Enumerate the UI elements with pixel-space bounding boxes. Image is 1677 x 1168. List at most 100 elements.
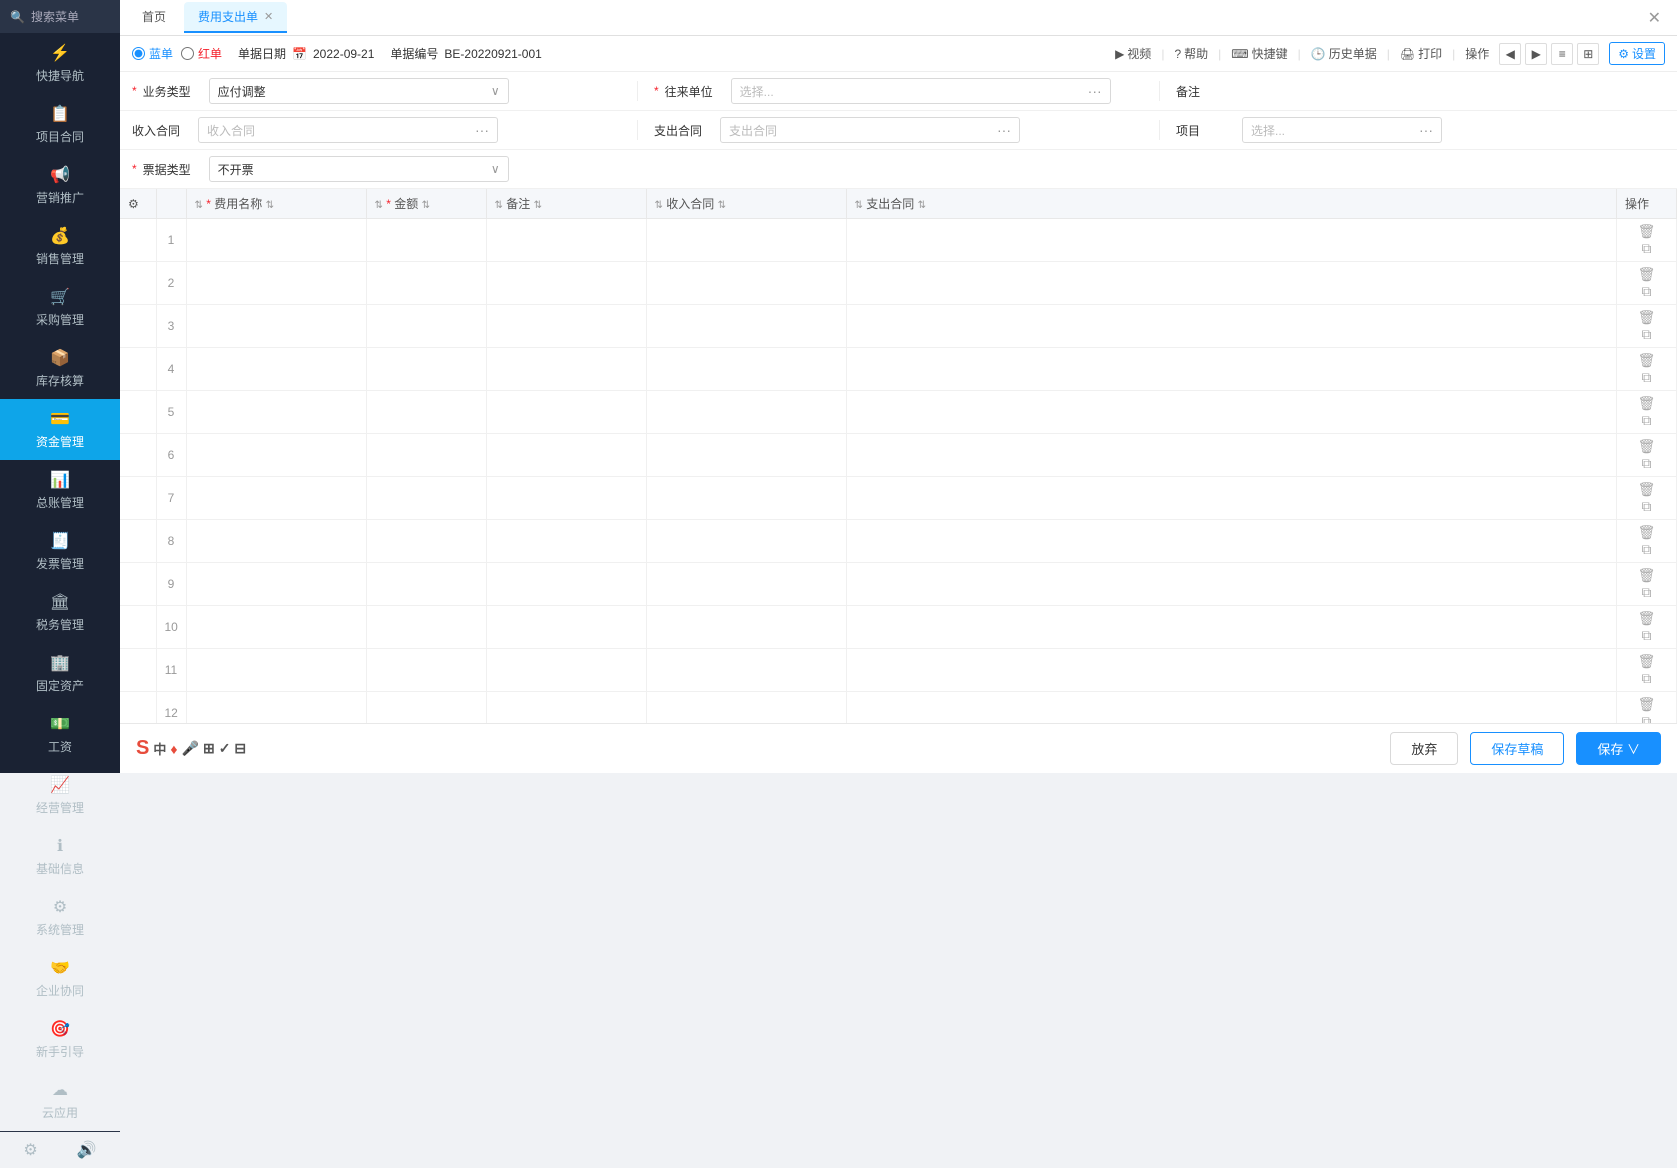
row-income-contract-cell[interactable] (646, 606, 846, 649)
row-delete-icon[interactable]: 🗑 (1638, 610, 1656, 626)
row-expense-contract-cell[interactable] (846, 434, 1617, 477)
operations-button[interactable]: 操作 (1465, 45, 1489, 62)
col-income-contract-header[interactable]: ⇅ 收入合同 ⇅ (646, 189, 846, 219)
sidebar-item-quick-nav[interactable]: ⚡ 快捷导航 (0, 33, 120, 94)
calendar-icon[interactable]: 📅 (292, 47, 307, 61)
sidebar-item-system-mgmt[interactable]: ⚙ 系统管理 (0, 887, 120, 948)
row-note-cell[interactable] (486, 477, 646, 520)
row-income-contract-cell[interactable] (646, 649, 846, 692)
sidebar-item-purchase-mgmt[interactable]: 🛒 采购管理 (0, 277, 120, 338)
row-delete-icon[interactable]: 🗑 (1638, 524, 1656, 540)
row-delete-icon[interactable]: 🗑 (1638, 567, 1656, 583)
row-note-cell[interactable] (486, 434, 646, 477)
row-expense-name-cell[interactable] (186, 219, 366, 262)
sidebar-item-fund-mgmt[interactable]: 💳 资金管理 (0, 399, 120, 460)
row-copy-icon[interactable]: ⧉ (1642, 541, 1652, 557)
sidebar-item-basic-info[interactable]: ℹ 基础信息 (0, 826, 120, 887)
row-amount-cell[interactable] (366, 262, 486, 305)
row-delete-icon[interactable]: 🗑 (1638, 266, 1656, 282)
sidebar-item-project-contract[interactable]: 📋 项目合同 (0, 94, 120, 155)
row-note-cell[interactable] (486, 391, 646, 434)
sidebar-item-operations-mgmt[interactable]: 📈 经营管理 (0, 765, 120, 826)
row-amount-cell[interactable] (366, 391, 486, 434)
row-income-contract-cell[interactable] (646, 692, 846, 724)
row-expense-name-cell[interactable] (186, 692, 366, 724)
sidebar-item-cloud-apps[interactable]: ☁ 云应用 (0, 1070, 120, 1131)
row-note-cell[interactable] (486, 305, 646, 348)
row-income-contract-cell[interactable] (646, 305, 846, 348)
row-income-contract-cell[interactable] (646, 262, 846, 305)
discard-button[interactable]: 放弃 (1390, 732, 1458, 765)
tab-close-expense-bill[interactable]: ✕ (264, 10, 273, 23)
row-delete-icon[interactable]: 🗑 (1638, 696, 1656, 712)
col-note-header[interactable]: ⇅ 备注 ⇅ (486, 189, 646, 219)
row-expense-name-cell[interactable] (186, 348, 366, 391)
sidebar-item-account-mgmt[interactable]: 📊 总账管理 (0, 460, 120, 521)
row-expense-name-cell[interactable] (186, 520, 366, 563)
shortcut-button[interactable]: ⌨ 快捷键 (1231, 45, 1287, 62)
view-list-button[interactable]: ≡ (1551, 43, 1573, 65)
settings-icon[interactable]: ⚙ (23, 1140, 37, 1160)
row-amount-cell[interactable] (366, 477, 486, 520)
row-expense-contract-cell[interactable] (846, 563, 1617, 606)
row-delete-icon[interactable]: 🗑 (1638, 223, 1656, 239)
print-button[interactable]: 🖨 打印 (1400, 45, 1442, 62)
row-amount-cell[interactable] (366, 305, 486, 348)
row-amount-cell[interactable] (366, 692, 486, 724)
row-expense-name-cell[interactable] (186, 305, 366, 348)
sidebar-item-marketing[interactable]: 📢 营销推广 (0, 155, 120, 216)
row-note-cell[interactable] (486, 563, 646, 606)
row-copy-icon[interactable]: ⧉ (1642, 498, 1652, 514)
tab-expense-bill[interactable]: 费用支出单 ✕ (184, 2, 287, 33)
save-draft-button[interactable]: 保存草稿 (1470, 732, 1564, 765)
row-copy-icon[interactable]: ⧉ (1642, 412, 1652, 428)
row-copy-icon[interactable]: ⧉ (1642, 713, 1652, 723)
row-delete-icon[interactable]: 🗑 (1638, 481, 1656, 497)
row-expense-contract-cell[interactable] (846, 477, 1617, 520)
row-note-cell[interactable] (486, 692, 646, 724)
business-type-input[interactable]: 应付调整 ∨ (209, 78, 509, 104)
nav-next-button[interactable]: ▶ (1525, 43, 1547, 65)
row-amount-cell[interactable] (366, 434, 486, 477)
row-delete-icon[interactable]: 🗑 (1638, 352, 1656, 368)
col-expense-name-header[interactable]: ⇅ * 费用名称 ⇅ (186, 189, 366, 219)
row-copy-icon[interactable]: ⧉ (1642, 584, 1652, 600)
row-expense-name-cell[interactable] (186, 563, 366, 606)
partner-input[interactable]: 选择... ··· (731, 78, 1111, 104)
row-income-contract-cell[interactable] (646, 219, 846, 262)
view-grid-button[interactable]: ⊞ (1577, 43, 1599, 65)
row-copy-icon[interactable]: ⧉ (1642, 369, 1652, 385)
row-income-contract-cell[interactable] (646, 563, 846, 606)
row-expense-contract-cell[interactable] (846, 348, 1617, 391)
row-expense-name-cell[interactable] (186, 606, 366, 649)
row-amount-cell[interactable] (366, 649, 486, 692)
row-expense-name-cell[interactable] (186, 477, 366, 520)
row-amount-cell[interactable] (366, 606, 486, 649)
row-copy-icon[interactable]: ⧉ (1642, 240, 1652, 256)
row-amount-cell[interactable] (366, 563, 486, 606)
row-delete-icon[interactable]: 🗑 (1638, 309, 1656, 325)
row-copy-icon[interactable]: ⧉ (1642, 326, 1652, 342)
row-note-cell[interactable] (486, 219, 646, 262)
row-amount-cell[interactable] (366, 348, 486, 391)
sidebar-item-inventory[interactable]: 📦 库存核算 (0, 338, 120, 399)
sidebar-item-new-guide[interactable]: 🎯 新手引导 (0, 1009, 120, 1070)
row-income-contract-cell[interactable] (646, 434, 846, 477)
sidebar-item-enterprise-co[interactable]: 🤝 企业协同 (0, 948, 120, 1009)
volume-icon[interactable]: 🔊 (77, 1140, 97, 1160)
row-expense-name-cell[interactable] (186, 434, 366, 477)
row-income-contract-cell[interactable] (646, 477, 846, 520)
sidebar-item-salary[interactable]: 💵 工资 (0, 704, 120, 765)
row-copy-icon[interactable]: ⧉ (1642, 283, 1652, 299)
row-expense-name-cell[interactable] (186, 262, 366, 305)
blue-bill-radio[interactable]: 蓝单 (132, 45, 173, 62)
row-delete-icon[interactable]: 🗑 (1638, 395, 1656, 411)
row-expense-contract-cell[interactable] (846, 305, 1617, 348)
project-input[interactable]: 选择... ··· (1242, 117, 1442, 143)
expense-contract-input[interactable]: 支出合同 ··· (720, 117, 1020, 143)
row-copy-icon[interactable]: ⧉ (1642, 627, 1652, 643)
row-expense-name-cell[interactable] (186, 391, 366, 434)
invoice-type-input[interactable]: 不开票 ∨ (209, 156, 509, 182)
sidebar-item-tax-mgmt[interactable]: 🏛 税务管理 (0, 582, 120, 643)
set-button[interactable]: ⚙ 设置 (1609, 42, 1665, 65)
